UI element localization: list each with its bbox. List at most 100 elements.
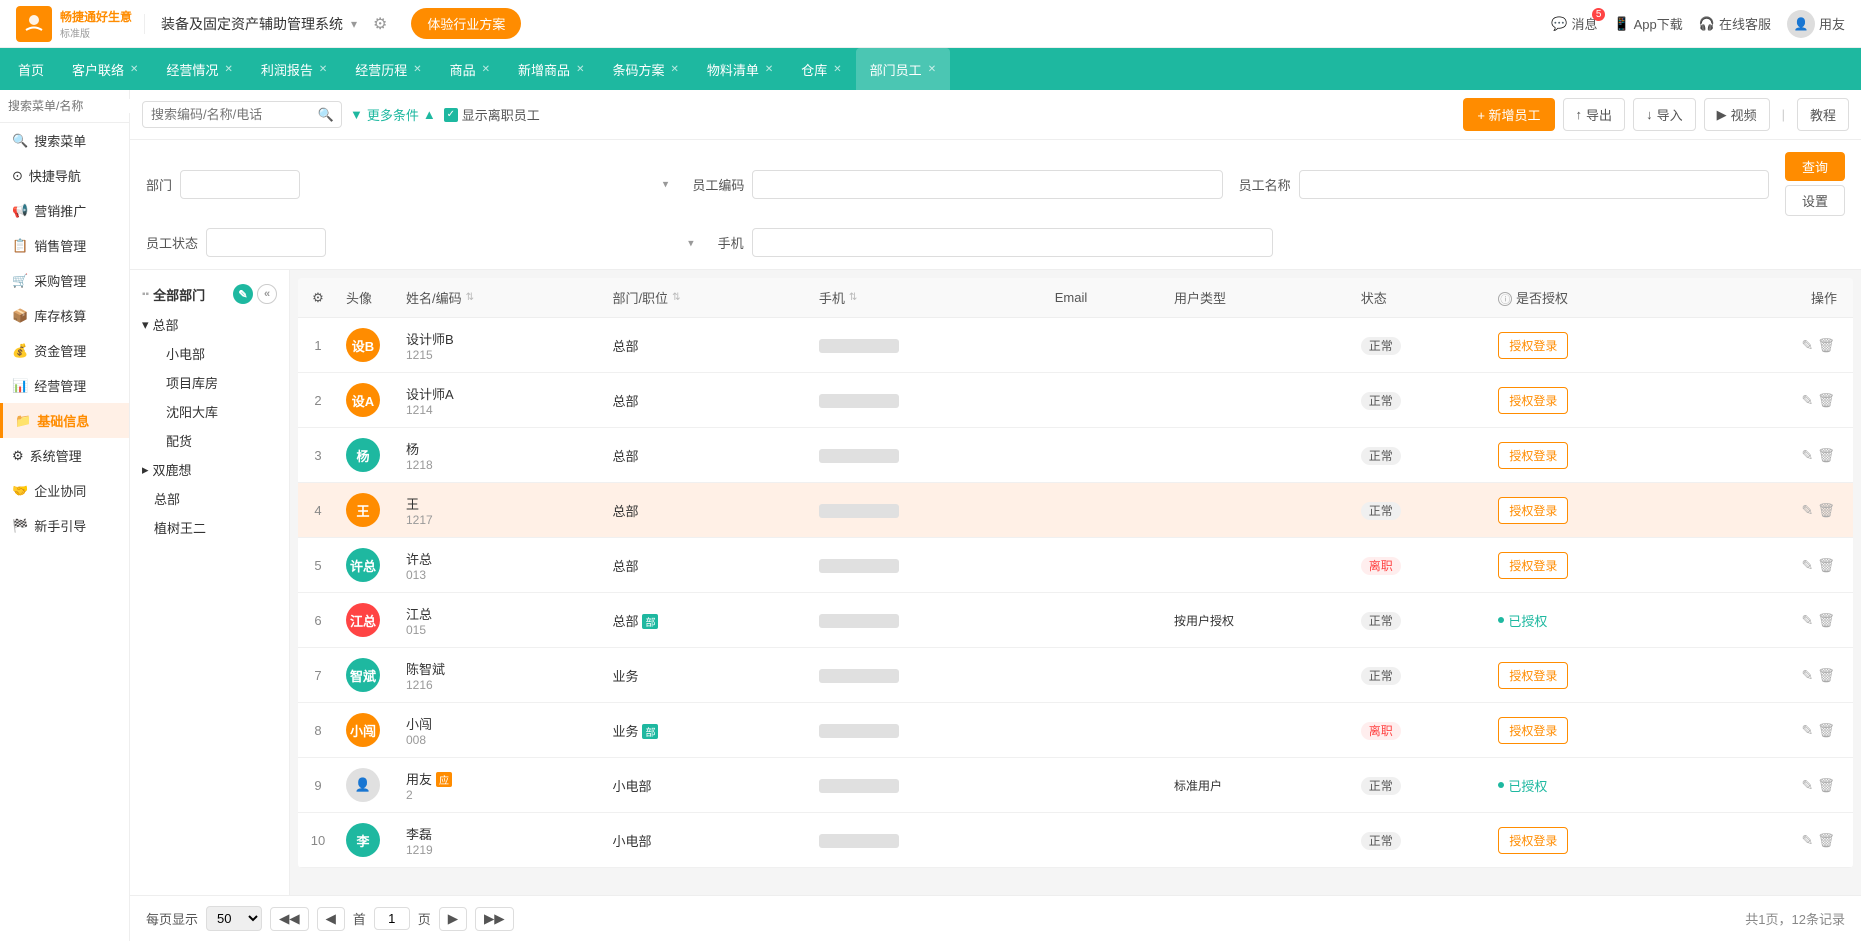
sidebar-item-business[interactable]: 📊 经营管理	[0, 368, 129, 403]
delete-button[interactable]: 🗑	[1817, 447, 1835, 463]
tab-customer[interactable]: 客户联络 ✕	[58, 48, 152, 90]
app-download-btn[interactable]: 📱 App下载	[1613, 14, 1682, 33]
show-resigned-toggle[interactable]: ✓ 显示离职员工	[444, 105, 540, 124]
resigned-checkbox[interactable]: ✓	[444, 108, 458, 122]
add-employee-button[interactable]: + 新增员工	[1463, 98, 1554, 131]
settings-col-icon[interactable]: ⚙	[312, 290, 324, 305]
tab-history[interactable]: 经营历程 ✕	[341, 48, 435, 90]
edit-button[interactable]: ✎	[1801, 612, 1813, 628]
authorize-login-button[interactable]: 授权登录	[1498, 442, 1568, 469]
tab-operation[interactable]: 经营情况 ✕	[152, 48, 246, 90]
authorize-login-button[interactable]: 授权登录	[1498, 717, 1568, 744]
sidebar-item-basic-info[interactable]: 📁 基础信息	[0, 403, 129, 438]
close-profit-tab[interactable]: ✕	[319, 64, 327, 75]
message-btn[interactable]: 💬 消息 5	[1551, 14, 1597, 33]
authorize-login-button[interactable]: 授权登录	[1498, 662, 1568, 689]
sidebar-item-collab[interactable]: 🤝 企业协同	[0, 473, 129, 508]
sidebar-item-marketing[interactable]: 📢 营销推广	[0, 193, 129, 228]
query-button[interactable]: 查询	[1785, 152, 1845, 181]
delete-button[interactable]: 🗑	[1817, 557, 1835, 573]
authorize-login-button[interactable]: 授权登录	[1498, 827, 1568, 854]
dept-node-small-elec[interactable]: 小电部	[142, 339, 289, 368]
edit-button[interactable]: ✎	[1801, 557, 1813, 573]
dept-node-hq2[interactable]: 总部	[130, 484, 289, 513]
close-operation-tab[interactable]: ✕	[224, 64, 232, 75]
sidebar-item-guide[interactable]: 🏁 新手引导	[0, 508, 129, 543]
sidebar-item-quick-nav[interactable]: ⊙ 快捷导航	[0, 158, 129, 193]
search-input[interactable]	[142, 101, 342, 128]
authorize-login-button[interactable]: 授权登录	[1498, 552, 1568, 579]
sidebar-item-system[interactable]: ⚙ 系统管理	[0, 438, 129, 473]
authorize-login-button[interactable]: 授权登录	[1498, 332, 1568, 359]
last-page-button[interactable]: ▶▶	[475, 907, 514, 931]
empcode-filter-input[interactable]	[752, 170, 1222, 199]
sidebar-item-purchase[interactable]: 🛒 采购管理	[0, 263, 129, 298]
tab-barcode[interactable]: 条码方案 ✕	[598, 48, 692, 90]
delete-button[interactable]: 🗑	[1817, 777, 1835, 793]
dept-node-project-storage[interactable]: 项目库房	[142, 368, 289, 397]
delete-button[interactable]: 🗑	[1817, 392, 1835, 408]
close-bom-tab[interactable]: ✕	[765, 64, 773, 75]
dept-node-headquarters[interactable]: ▾ 总部	[130, 310, 289, 339]
sidebar-item-finance[interactable]: 💰 资金管理	[0, 333, 129, 368]
dropdown-arrow-icon[interactable]: ▾	[351, 17, 357, 31]
settings-gear-icon[interactable]: ⚙	[373, 14, 387, 34]
dept-collapse-icon[interactable]: «	[257, 284, 277, 304]
tab-home[interactable]: 首页	[4, 48, 58, 90]
page-size-select[interactable]: 50 20 100	[206, 906, 262, 931]
auth-info-icon[interactable]: ⓘ	[1498, 292, 1512, 306]
empname-filter-input[interactable]	[1299, 170, 1769, 199]
close-warehouse-tab[interactable]: ✕	[833, 64, 841, 75]
phone-sort-icon[interactable]: ⇅	[849, 292, 857, 303]
trial-button[interactable]: 体验行业方案	[411, 8, 521, 39]
dept-edit-icon[interactable]: ✎	[233, 284, 253, 304]
delete-button[interactable]: 🗑	[1817, 667, 1835, 683]
sidebar-item-sales[interactable]: 📋 销售管理	[0, 228, 129, 263]
tab-bom[interactable]: 物料清单 ✕	[693, 48, 787, 90]
delete-button[interactable]: 🗑	[1817, 502, 1835, 518]
delete-button[interactable]: 🗑	[1817, 337, 1835, 353]
prev-page-button[interactable]: ◀	[317, 907, 345, 931]
empstatus-select[interactable]	[206, 228, 326, 257]
sidebar-item-inventory[interactable]: 📦 库存核算	[0, 298, 129, 333]
delete-button[interactable]: 🗑	[1817, 612, 1835, 628]
help-button[interactable]: 教程	[1797, 98, 1849, 131]
page-number-input[interactable]	[374, 907, 410, 930]
close-dept-tab[interactable]: ✕	[928, 64, 936, 75]
next-page-button[interactable]: ▶	[439, 907, 467, 931]
dept-node-zhishu[interactable]: 植树王二	[130, 513, 289, 542]
dept-select[interactable]	[180, 170, 300, 199]
sidebar-item-search[interactable]: 🔍 搜索菜单	[0, 123, 129, 158]
tab-new-goods[interactable]: 新增商品 ✕	[504, 48, 598, 90]
more-conditions-btn[interactable]: ▼ 更多条件 ▲	[350, 105, 436, 124]
tab-profit[interactable]: 利润报告 ✕	[247, 48, 341, 90]
delete-button[interactable]: 🗑	[1817, 722, 1835, 738]
close-history-tab[interactable]: ✕	[413, 64, 421, 75]
import-button[interactable]: ↓ 导入	[1633, 98, 1696, 131]
edit-button[interactable]: ✎	[1801, 337, 1813, 353]
dept-sort-icon[interactable]: ⇅	[672, 292, 680, 303]
user-area[interactable]: 👤 用友	[1787, 10, 1845, 38]
authorize-login-button[interactable]: 授权登录	[1498, 387, 1568, 414]
name-sort-icon[interactable]: ⇅	[466, 292, 474, 303]
edit-button[interactable]: ✎	[1801, 777, 1813, 793]
search-icon-btn[interactable]: 🔍	[318, 107, 334, 123]
online-service-btn[interactable]: 🎧 在线客服	[1699, 14, 1771, 33]
dept-node-shuanglu[interactable]: ▸ 双鹿想	[130, 455, 289, 484]
close-customer-tab[interactable]: ✕	[130, 64, 138, 75]
dept-node-dispatch[interactable]: 配货	[142, 426, 289, 455]
tab-warehouse[interactable]: 仓库 ✕	[787, 48, 855, 90]
edit-button[interactable]: ✎	[1801, 447, 1813, 463]
tab-dept-staff[interactable]: 部门员工 ✕	[856, 48, 950, 90]
export-button[interactable]: ↑ 导出	[1563, 98, 1626, 131]
edit-button[interactable]: ✎	[1801, 667, 1813, 683]
edit-button[interactable]: ✎	[1801, 502, 1813, 518]
edit-button[interactable]: ✎	[1801, 392, 1813, 408]
close-goods-tab[interactable]: ✕	[482, 64, 490, 75]
set-button[interactable]: 设置	[1785, 185, 1845, 216]
close-new-goods-tab[interactable]: ✕	[576, 64, 584, 75]
dept-node-shenyang[interactable]: 沈阳大库	[142, 397, 289, 426]
tab-goods[interactable]: 商品 ✕	[436, 48, 504, 90]
view-button[interactable]: ▶ 视频	[1704, 98, 1770, 131]
authorize-login-button[interactable]: 授权登录	[1498, 497, 1568, 524]
